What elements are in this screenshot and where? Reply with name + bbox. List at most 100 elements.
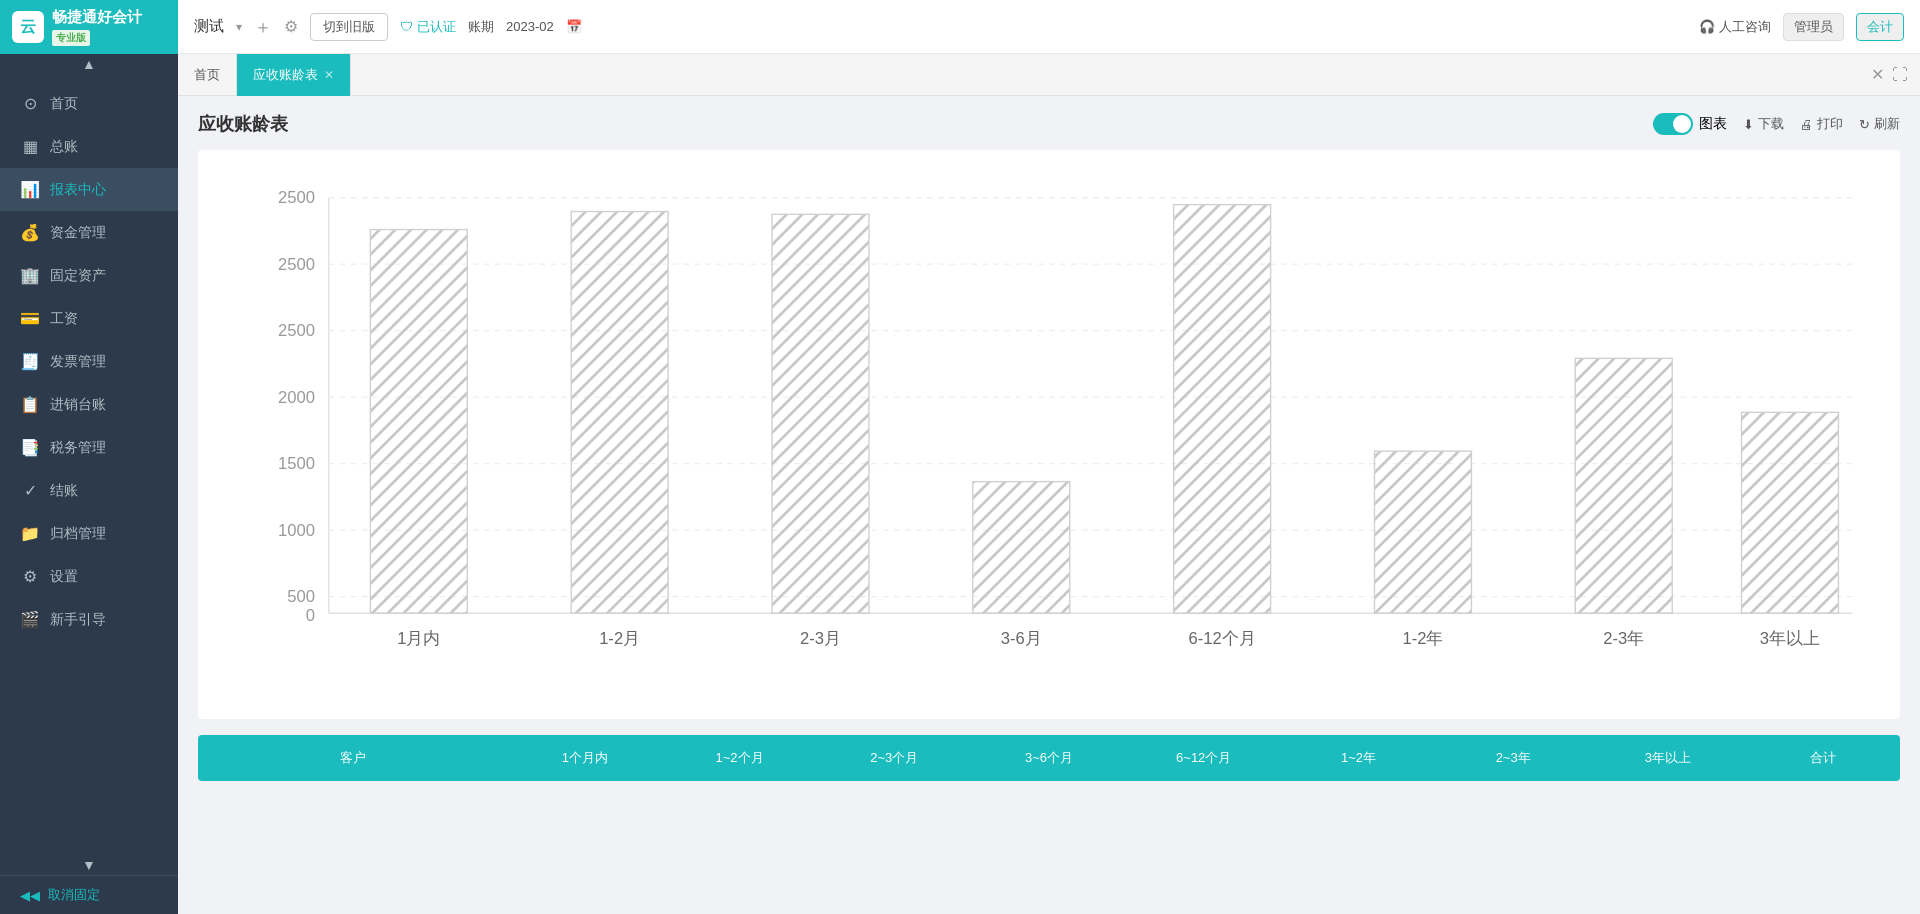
admin-button[interactable]: 管理员 xyxy=(1783,13,1844,41)
svg-text:3-6月: 3-6月 xyxy=(1001,629,1042,648)
period-value: 2023-02 xyxy=(506,19,554,34)
sales-icon: 📋 xyxy=(20,395,40,414)
sidebar-item-closing[interactable]: ✓ 结账 xyxy=(0,469,178,512)
role-button[interactable]: 会计 xyxy=(1856,13,1904,41)
bar-7 xyxy=(1575,358,1672,613)
logo-icon: 云 xyxy=(12,11,44,43)
close-window-icon[interactable]: ✕ xyxy=(1871,65,1884,84)
table-header-5: 6~12个月 xyxy=(1126,735,1281,781)
funds-icon: 💰 xyxy=(20,223,40,242)
main-content: 测试 ▾ ＋ ⚙ 切到旧版 🛡 已认证 账期 2023-02 📅 🎧 人工咨询 … xyxy=(178,0,1920,914)
cancel-fixed-button[interactable]: ◀◀ 取消固定 xyxy=(0,875,178,914)
table-container: 客户1个月内1~2个月2~3个月3~6个月6~12个月1~2年2~3年3年以上合… xyxy=(198,735,1900,781)
logo-subtitle: 专业版 xyxy=(52,30,90,46)
sidebar-item-sales[interactable]: 📋 进销台账 xyxy=(0,383,178,426)
sidebar-label-invoices: 发票管理 xyxy=(50,353,106,371)
add-icon[interactable]: ＋ xyxy=(254,15,272,39)
svg-text:1-2年: 1-2年 xyxy=(1402,629,1443,648)
svg-text:2500: 2500 xyxy=(278,321,315,340)
tab-ar-aging[interactable]: 应收账龄表 ✕ xyxy=(237,54,351,96)
app-logo: 云 畅捷通好会计 专业版 xyxy=(0,0,178,54)
print-icon: 🖨 xyxy=(1800,117,1813,132)
page-title: 应收账龄表 xyxy=(198,112,288,136)
switch-version-button[interactable]: 切到旧版 xyxy=(310,13,388,41)
sidebar-label-funds: 资金管理 xyxy=(50,224,106,242)
scroll-up-arrow[interactable]: ▲ xyxy=(0,54,178,74)
sidebar-item-settings[interactable]: ⚙ 设置 xyxy=(0,555,178,598)
assets-icon: 🏢 xyxy=(20,266,40,285)
svg-text:3年以上: 3年以上 xyxy=(1760,629,1820,648)
table-header-9: 合计 xyxy=(1745,735,1900,781)
sidebar-label-home: 首页 xyxy=(50,95,78,113)
chart-toggle[interactable] xyxy=(1653,113,1693,135)
table-header-3: 2~3个月 xyxy=(817,735,972,781)
calendar-icon[interactable]: 📅 xyxy=(566,19,582,34)
reports-icon: 📊 xyxy=(20,180,40,199)
tab-ar-aging-label: 应收账龄表 xyxy=(253,66,318,84)
sidebar-item-assets[interactable]: 🏢 固定资产 xyxy=(0,254,178,297)
sidebar-item-archive[interactable]: 📁 归档管理 xyxy=(0,512,178,555)
sidebar-item-tax[interactable]: 📑 税务管理 xyxy=(0,426,178,469)
bar-2 xyxy=(571,212,668,614)
print-button[interactable]: 🖨 打印 xyxy=(1800,115,1843,133)
closing-icon: ✓ xyxy=(20,481,40,500)
certified-text: 已认证 xyxy=(417,18,456,36)
tabbar: 首页 应收账龄表 ✕ ✕ ⛶ xyxy=(178,54,1920,96)
bar-8 xyxy=(1741,412,1838,613)
bar-6 xyxy=(1374,451,1471,613)
tab-close-icon[interactable]: ✕ xyxy=(324,68,334,82)
bar-1 xyxy=(370,230,467,614)
cancel-fixed-label: 取消固定 xyxy=(48,886,100,904)
table-header: 客户1个月内1~2个月2~3个月3~6个月6~12个月1~2年2~3年3年以上合… xyxy=(198,735,1900,781)
headset-icon: 🎧 xyxy=(1699,19,1715,34)
tab-home-label: 首页 xyxy=(194,66,220,84)
sidebar-item-reports[interactable]: 📊 报表中心 xyxy=(0,168,178,211)
page-header: 应收账龄表 图表 ⬇ 下载 🖨 打印 ↻ 刷新 xyxy=(198,112,1900,136)
certified-badge: 🛡 已认证 xyxy=(400,18,456,36)
table-header-2: 1~2个月 xyxy=(662,735,817,781)
settings-icon[interactable]: ⚙ xyxy=(284,17,298,36)
download-icon: ⬇ xyxy=(1743,117,1754,132)
period-label: 账期 xyxy=(468,18,494,36)
sidebar-item-guide[interactable]: 🎬 新手引导 xyxy=(0,598,178,641)
sidebar-item-ledger[interactable]: ▦ 总账 xyxy=(0,125,178,168)
sidebar-label-sales: 进销台账 xyxy=(50,396,106,414)
consult-button[interactable]: 🎧 人工咨询 xyxy=(1699,18,1771,36)
svg-text:2-3月: 2-3月 xyxy=(800,629,841,648)
expand-icon[interactable]: ⛶ xyxy=(1892,66,1908,84)
tab-home[interactable]: 首页 xyxy=(178,54,237,96)
sidebar-item-payroll[interactable]: 💳 工资 xyxy=(0,297,178,340)
download-label: 下载 xyxy=(1758,115,1784,133)
chart-toggle-group: 图表 xyxy=(1653,113,1727,135)
sidebar-label-assets: 固定资产 xyxy=(50,267,106,285)
consult-label: 人工咨询 xyxy=(1719,18,1771,36)
dropdown-arrow-icon[interactable]: ▾ xyxy=(236,20,242,34)
refresh-label: 刷新 xyxy=(1874,115,1900,133)
sidebar-label-closing: 结账 xyxy=(50,482,78,500)
bar-4 xyxy=(973,482,1070,614)
svg-text:1-2月: 1-2月 xyxy=(599,629,640,648)
sidebar-label-ledger: 总账 xyxy=(50,138,78,156)
table-header-8: 3年以上 xyxy=(1591,735,1746,781)
svg-text:500: 500 xyxy=(287,587,315,606)
sidebar-item-home[interactable]: ⊙ 首页 xyxy=(0,82,178,125)
logo-title: 畅捷通好会计 xyxy=(52,8,142,27)
svg-text:2500: 2500 xyxy=(278,255,315,274)
bar-5 xyxy=(1174,205,1271,614)
print-label: 打印 xyxy=(1817,115,1843,133)
sidebar-item-funds[interactable]: 💰 资金管理 xyxy=(0,211,178,254)
logo-text-group: 畅捷通好会计 专业版 xyxy=(52,8,142,46)
invoices-icon: 🧾 xyxy=(20,352,40,371)
scroll-down-arrow[interactable]: ▼ xyxy=(0,855,178,875)
download-button[interactable]: ⬇ 下载 xyxy=(1743,115,1784,133)
sidebar-label-payroll: 工资 xyxy=(50,310,78,328)
svg-text:2-3年: 2-3年 xyxy=(1603,629,1644,648)
svg-text:1500: 1500 xyxy=(278,454,315,473)
payroll-icon: 💳 xyxy=(20,309,40,328)
bar-3 xyxy=(772,214,869,613)
sidebar-label-archive: 归档管理 xyxy=(50,525,106,543)
table-header-7: 2~3年 xyxy=(1436,735,1591,781)
svg-text:0: 0 xyxy=(306,607,315,626)
refresh-button[interactable]: ↻ 刷新 xyxy=(1859,115,1900,133)
sidebar-item-invoices[interactable]: 🧾 发票管理 xyxy=(0,340,178,383)
